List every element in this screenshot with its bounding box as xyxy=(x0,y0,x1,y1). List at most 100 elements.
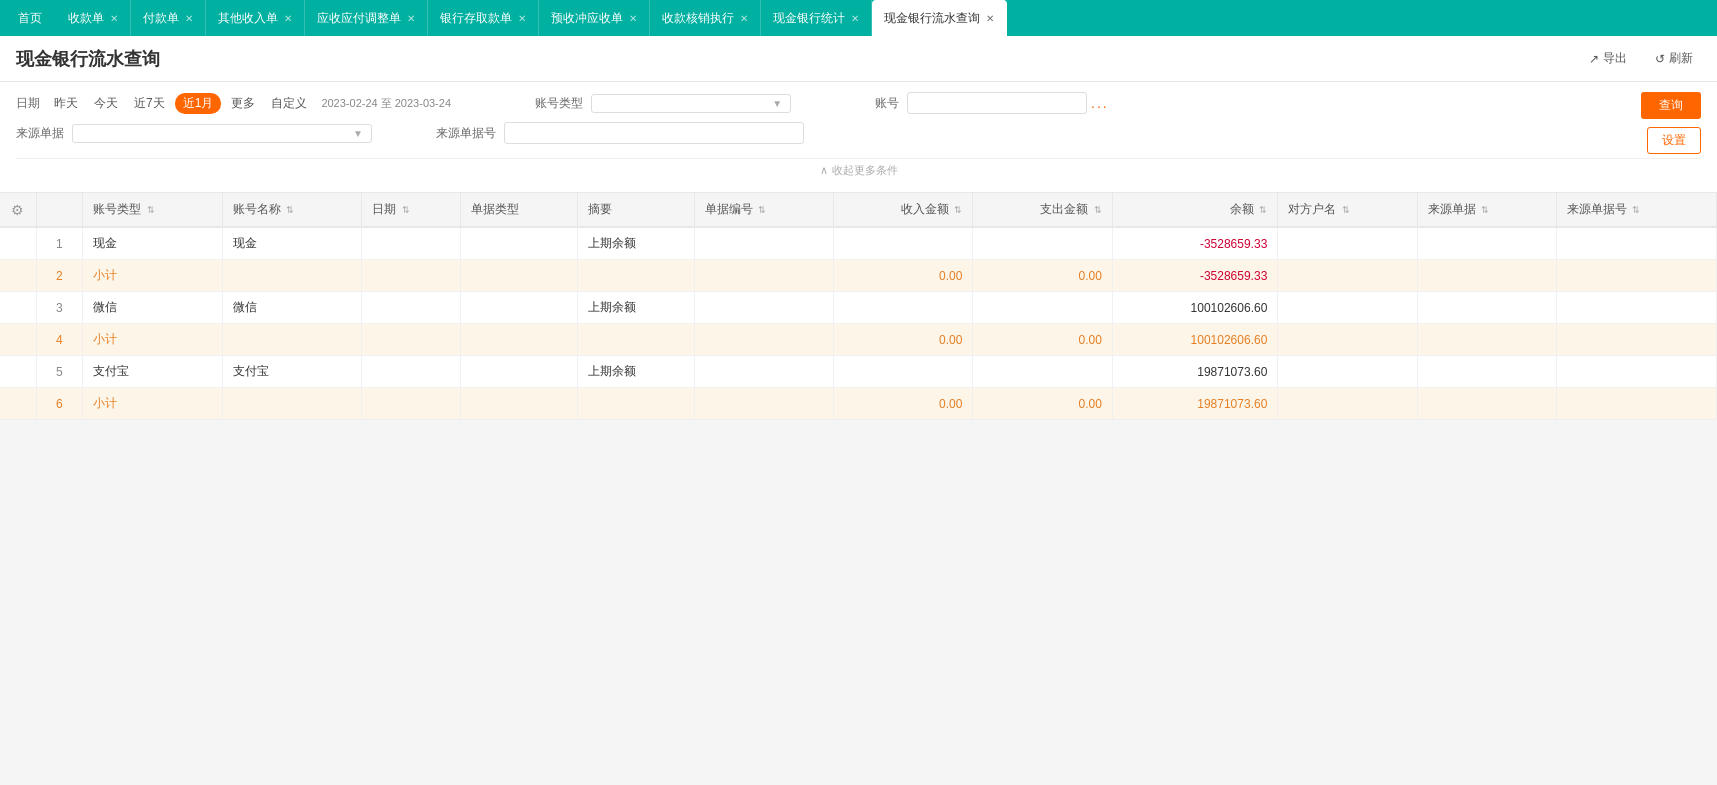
row-account-name xyxy=(222,260,361,292)
th-account-name[interactable]: 账号名称 ⇅ xyxy=(222,193,361,227)
row-doc-no xyxy=(694,388,833,420)
account-dots-button[interactable]: ... xyxy=(1091,95,1109,111)
row-expense xyxy=(973,292,1112,324)
row-balance: -3528659.33 xyxy=(1112,260,1278,292)
tab-close-icon[interactable]: ✕ xyxy=(407,13,415,24)
row-balance: 19871073.60 xyxy=(1112,388,1278,420)
nav-tab-0[interactable]: 收款单✕ xyxy=(56,0,131,36)
nav-tab-7[interactable]: 现金银行统计✕ xyxy=(761,0,872,36)
nav-tab-2[interactable]: 其他收入单✕ xyxy=(206,0,305,36)
table-row: 4 小计 0.00 0.00 100102606.60 xyxy=(0,324,1717,356)
table-row: 6 小计 0.00 0.00 19871073.60 xyxy=(0,388,1717,420)
refresh-button[interactable]: ↺ 刷新 xyxy=(1647,46,1701,71)
th-doc-no[interactable]: 单据编号 ⇅ xyxy=(694,193,833,227)
row-summary: 上期余额 xyxy=(577,356,694,388)
date-opt-yesterday[interactable]: 昨天 xyxy=(48,93,84,114)
row-settings xyxy=(0,260,36,292)
query-button[interactable]: 查询 xyxy=(1641,92,1701,119)
date-opt-custom[interactable]: 自定义 xyxy=(265,93,313,114)
row-account-name xyxy=(222,324,361,356)
row-doc-no xyxy=(694,324,833,356)
row-account-type: 小计 xyxy=(83,388,222,420)
row-counterparty xyxy=(1278,356,1417,388)
row-settings xyxy=(0,324,36,356)
row-source-doc xyxy=(1417,356,1556,388)
th-summary: 摘要 xyxy=(577,193,694,227)
th-source-doc-no[interactable]: 来源单据号 ⇅ xyxy=(1557,193,1717,227)
export-icon: ↗ xyxy=(1589,52,1599,66)
source-doc-arrow: ▼ xyxy=(353,128,363,139)
nav-tab-4[interactable]: 银行存取款单✕ xyxy=(428,0,539,36)
tab-close-icon[interactable]: ✕ xyxy=(629,13,637,24)
row-doc-no xyxy=(694,260,833,292)
source-doc-no-input[interactable] xyxy=(504,122,804,144)
th-income[interactable]: 收入金额 ⇅ xyxy=(834,193,973,227)
nav-tab-6[interactable]: 收款核销执行✕ xyxy=(650,0,761,36)
collapse-label: 收起更多条件 xyxy=(832,163,898,178)
row-doc-type xyxy=(460,356,577,388)
row-counterparty xyxy=(1278,227,1417,260)
row-balance: 19871073.60 xyxy=(1112,356,1278,388)
tab-close-icon[interactable]: ✕ xyxy=(185,13,193,24)
th-account-type[interactable]: 账号类型 ⇅ xyxy=(83,193,222,227)
table-container: ⚙ 账号类型 ⇅ 账号名称 ⇅ 日期 ⇅ 单据类型 摘要 单据编号 ⇅ 收入金额… xyxy=(0,193,1717,420)
settings-button[interactable]: 设置 xyxy=(1647,127,1701,154)
source-doc-select[interactable]: ▼ xyxy=(72,124,372,143)
table-settings-icon[interactable]: ⚙ xyxy=(11,202,24,218)
source-doc-filter-group: 来源单据 ▼ xyxy=(16,124,372,143)
date-opt-more[interactable]: 更多 xyxy=(225,93,261,114)
top-nav: 首页 收款单✕付款单✕其他收入单✕应收应付调整单✕银行存取款单✕预收冲应收单✕收… xyxy=(0,0,1717,36)
th-doc-type: 单据类型 xyxy=(460,193,577,227)
row-counterparty xyxy=(1278,324,1417,356)
source-doc-no-label: 来源单据号 xyxy=(436,125,496,142)
sort-icon-counterparty: ⇅ xyxy=(1342,205,1350,215)
tab-close-icon[interactable]: ✕ xyxy=(986,13,994,24)
row-income xyxy=(834,292,973,324)
date-opt-7days[interactable]: 近7天 xyxy=(128,93,171,114)
row-counterparty xyxy=(1278,388,1417,420)
th-date[interactable]: 日期 ⇅ xyxy=(362,193,461,227)
th-source-doc[interactable]: 来源单据 ⇅ xyxy=(1417,193,1556,227)
row-expense: 0.00 xyxy=(973,388,1112,420)
th-counterparty[interactable]: 对方户名 ⇅ xyxy=(1278,193,1417,227)
action-buttons: 查询 设置 xyxy=(1625,92,1701,154)
row-account-type: 微信 xyxy=(83,292,222,324)
account-type-select[interactable]: ▼ xyxy=(591,94,791,113)
th-settings[interactable]: ⚙ xyxy=(0,193,36,227)
row-counterparty xyxy=(1278,260,1417,292)
table-row: 3 微信 微信 上期余额 100102606.60 xyxy=(0,292,1717,324)
row-income: 0.00 xyxy=(834,260,973,292)
th-balance[interactable]: 余额 ⇅ xyxy=(1112,193,1278,227)
tab-close-icon[interactable]: ✕ xyxy=(284,13,292,24)
source-doc-label: 来源单据 xyxy=(16,125,64,142)
row-source-doc xyxy=(1417,227,1556,260)
date-opt-1month[interactable]: 近1月 xyxy=(175,93,222,114)
row-settings xyxy=(0,292,36,324)
refresh-icon: ↺ xyxy=(1655,52,1665,66)
nav-home[interactable]: 首页 xyxy=(4,10,56,27)
nav-tab-3[interactable]: 应收应付调整单✕ xyxy=(305,0,428,36)
nav-tab-8[interactable]: 现金银行流水查询✕ xyxy=(872,0,1007,36)
row-account-name: 微信 xyxy=(222,292,361,324)
sort-icon-source-doc: ⇅ xyxy=(1481,205,1489,215)
nav-tab-5[interactable]: 预收冲应收单✕ xyxy=(539,0,650,36)
account-filter-group: 账号 ... xyxy=(875,92,1109,114)
sort-icon-expense: ⇅ xyxy=(1094,205,1102,215)
sort-icon-balance: ⇅ xyxy=(1259,205,1267,215)
row-balance: -3528659.33 xyxy=(1112,227,1278,260)
tab-close-icon[interactable]: ✕ xyxy=(851,13,859,24)
row-summary xyxy=(577,324,694,356)
collapse-bar[interactable]: ∧ 收起更多条件 xyxy=(16,158,1701,182)
row-summary: 上期余额 xyxy=(577,227,694,260)
export-button[interactable]: ↗ 导出 xyxy=(1581,46,1635,71)
date-opt-today[interactable]: 今天 xyxy=(88,93,124,114)
tab-close-icon[interactable]: ✕ xyxy=(740,13,748,24)
row-income: 0.00 xyxy=(834,388,973,420)
account-input[interactable] xyxy=(907,92,1087,114)
tab-close-icon[interactable]: ✕ xyxy=(110,13,118,24)
row-account-type: 支付宝 xyxy=(83,356,222,388)
th-expense[interactable]: 支出金额 ⇅ xyxy=(973,193,1112,227)
row-date xyxy=(362,356,461,388)
tab-close-icon[interactable]: ✕ xyxy=(518,13,526,24)
nav-tab-1[interactable]: 付款单✕ xyxy=(131,0,206,36)
